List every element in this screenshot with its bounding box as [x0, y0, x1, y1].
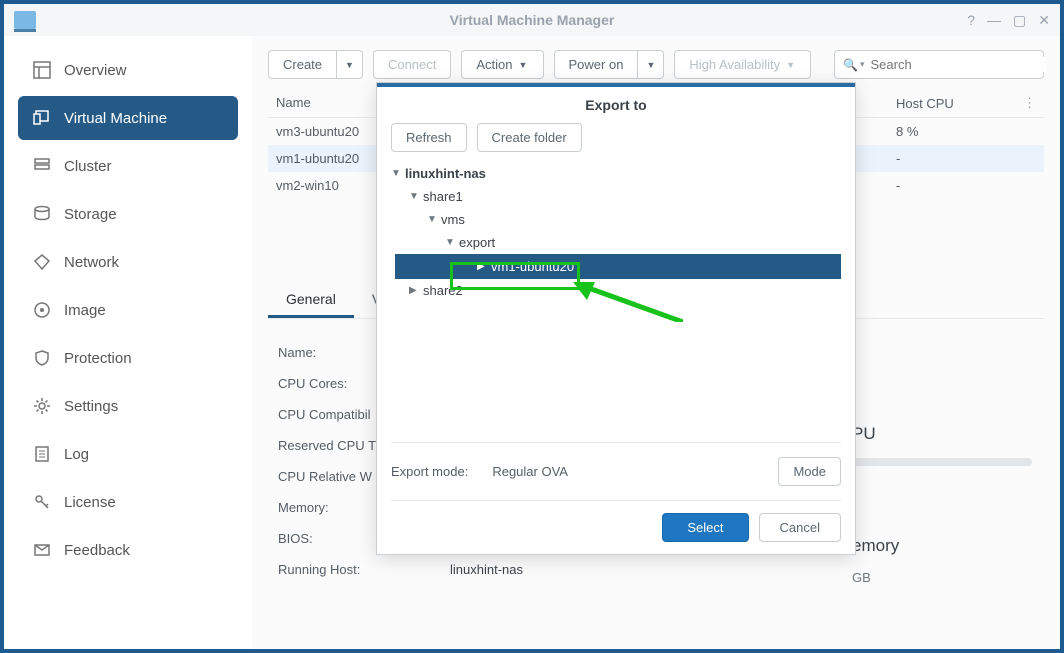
- sidebar-item-protection[interactable]: Protection: [18, 336, 238, 380]
- sidebar-item-feedback[interactable]: Feedback: [18, 528, 238, 572]
- titlebar: Virtual Machine Manager ? — ▢ ✕: [4, 4, 1060, 36]
- sidebar-item-log[interactable]: Log: [18, 432, 238, 476]
- close-icon[interactable]: ✕: [1038, 12, 1050, 29]
- chevron-down-icon: ▼: [409, 191, 423, 202]
- key-icon: [32, 492, 52, 512]
- sidebar-item-label: Feedback: [64, 542, 130, 559]
- search-box[interactable]: 🔍 ▾: [834, 50, 1044, 79]
- more-icon[interactable]: ⋮: [1023, 95, 1036, 111]
- chevron-down-icon: ▼: [786, 60, 796, 70]
- tab-general[interactable]: General: [268, 283, 354, 318]
- chevron-down-icon[interactable]: ▼: [337, 50, 363, 79]
- select-button[interactable]: Select: [662, 513, 748, 542]
- export-mode-label: Export mode:: [391, 464, 468, 479]
- connect-button[interactable]: Connect: [373, 50, 451, 79]
- chevron-right-icon: ▶: [409, 285, 423, 296]
- chevron-right-icon: ▶: [477, 261, 491, 272]
- export-mode-row: Export mode: Regular OVA Mode: [377, 443, 855, 500]
- sidebar-item-license[interactable]: License: [18, 480, 238, 524]
- sidebar-item-storage[interactable]: Storage: [18, 192, 238, 236]
- memory-widget-title: emory: [852, 536, 1032, 556]
- sidebar-item-cluster[interactable]: Cluster: [18, 144, 238, 188]
- dialog-title: Export to: [377, 87, 855, 123]
- sidebar-item-label: Overview: [64, 62, 127, 79]
- sidebar-item-overview[interactable]: Overview: [18, 48, 238, 92]
- value-running-host: linuxhint-nas: [450, 562, 523, 577]
- sidebar-item-settings[interactable]: Settings: [18, 384, 238, 428]
- toolbar: Create ▼ Connect Action▼ Power on ▼ High…: [268, 50, 1044, 79]
- window-controls: ? — ▢ ✕: [967, 12, 1050, 29]
- help-icon[interactable]: ?: [967, 12, 975, 29]
- column-host-cpu[interactable]: Host CPU ⋮: [888, 95, 1044, 111]
- tree-node-share1[interactable]: ▼share1: [409, 185, 855, 208]
- sidebar-item-label: Virtual Machine: [64, 110, 167, 127]
- sidebar-item-image[interactable]: Image: [18, 288, 238, 332]
- gear-icon: [32, 396, 52, 416]
- export-mode-value: Regular OVA: [492, 464, 568, 479]
- sidebar-item-label: Image: [64, 302, 106, 319]
- refresh-button[interactable]: Refresh: [391, 123, 467, 152]
- sidebar-item-label: Protection: [64, 350, 132, 367]
- cluster-icon: [32, 156, 52, 176]
- tree-node-export[interactable]: ▼export: [445, 231, 855, 254]
- image-icon: [32, 300, 52, 320]
- cancel-button[interactable]: Cancel: [759, 513, 841, 542]
- maximize-icon[interactable]: ▢: [1013, 12, 1026, 29]
- tree-node-selected[interactable]: ▶vm1-ubuntu20: [395, 254, 841, 279]
- sidebar: Overview Virtual Machine Cluster Storage…: [4, 36, 252, 649]
- search-input[interactable]: [870, 57, 1046, 72]
- sidebar-item-label: Cluster: [64, 158, 112, 175]
- log-icon: [32, 444, 52, 464]
- sidebar-item-label: License: [64, 494, 116, 511]
- chevron-down-icon: ▼: [427, 214, 441, 225]
- minimize-icon[interactable]: —: [987, 12, 1001, 29]
- vm-icon: [32, 108, 52, 128]
- chevron-down-icon: ▼: [519, 60, 529, 70]
- sidebar-item-label: Settings: [64, 398, 118, 415]
- storage-icon: [32, 204, 52, 224]
- action-button[interactable]: Action▼: [461, 50, 543, 79]
- tree-node-share2[interactable]: ▶share2: [409, 279, 855, 302]
- tree-node-vms[interactable]: ▼vms: [427, 208, 855, 231]
- chevron-down-icon: ▼: [391, 168, 405, 179]
- create-folder-button[interactable]: Create folder: [477, 123, 582, 152]
- sidebar-item-label: Storage: [64, 206, 117, 223]
- chevron-down-icon[interactable]: ▾: [860, 59, 865, 70]
- mode-button[interactable]: Mode: [778, 457, 841, 486]
- envelope-icon: [32, 540, 52, 560]
- chevron-down-icon: ▼: [445, 237, 459, 248]
- network-icon: [32, 252, 52, 272]
- power-button[interactable]: Power on ▼: [554, 50, 665, 79]
- chevron-down-icon[interactable]: ▼: [638, 50, 664, 79]
- sidebar-item-label: Network: [64, 254, 119, 271]
- folder-tree: ▼linuxhint-nas ▼share1 ▼vms ▼export ▶vm1…: [377, 162, 855, 322]
- sidebar-item-virtual-machine[interactable]: Virtual Machine: [18, 96, 238, 140]
- search-icon: 🔍: [843, 58, 858, 72]
- sidebar-item-label: Log: [64, 446, 89, 463]
- create-button[interactable]: Create ▼: [268, 50, 363, 79]
- tree-node-root[interactable]: ▼linuxhint-nas: [391, 162, 855, 185]
- cpu-widget: PU emory GB: [852, 424, 1032, 585]
- shield-icon: [32, 348, 52, 368]
- export-dialog: Export to Refresh Create folder ▼linuxhi…: [376, 82, 856, 555]
- high-availability-button[interactable]: High Availability▼: [674, 50, 811, 79]
- cpu-bar: [852, 458, 1032, 466]
- sidebar-item-network[interactable]: Network: [18, 240, 238, 284]
- label-running-host: Running Host:: [278, 562, 450, 577]
- overview-icon: [32, 60, 52, 80]
- window-title: Virtual Machine Manager: [450, 12, 615, 28]
- app-logo-icon: [14, 11, 36, 29]
